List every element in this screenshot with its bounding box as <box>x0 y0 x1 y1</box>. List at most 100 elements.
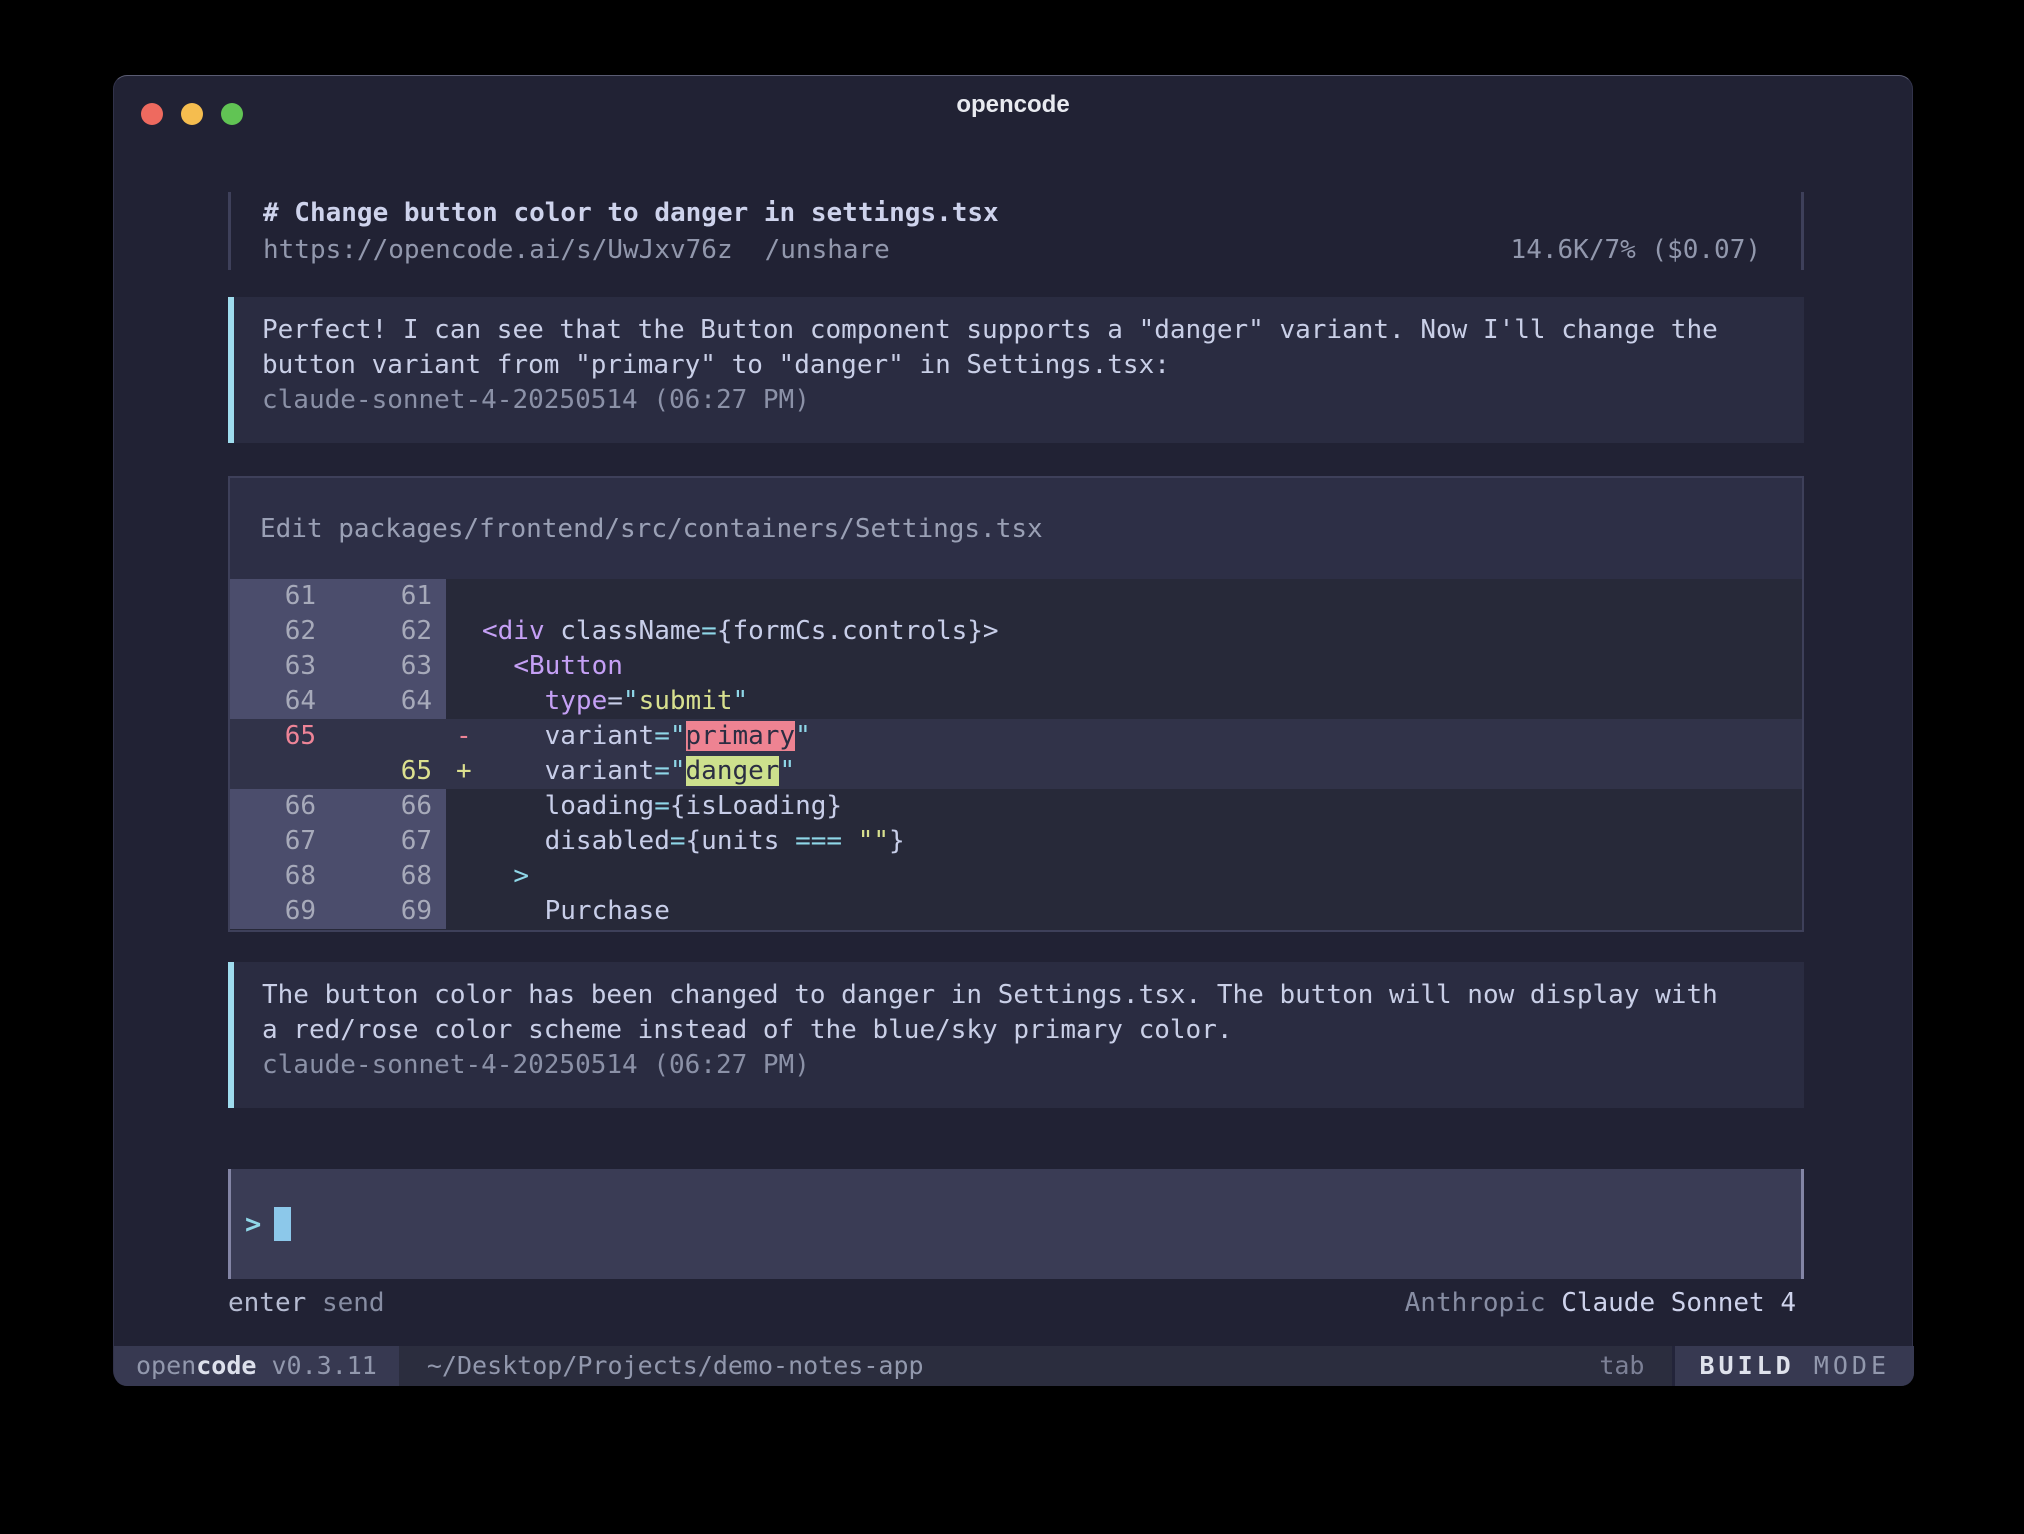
unshare-command[interactable]: /unshare <box>765 232 890 269</box>
prompt-input[interactable]: > <box>228 1169 1804 1279</box>
diff-row: 6767 disabled={units === ""} <box>230 824 1802 859</box>
line-number-old: 64 <box>230 684 330 719</box>
code-segment: {formCs.controls}> <box>717 616 999 646</box>
token-usage: 14.6K/7% ($0.07) <box>1511 232 1761 269</box>
code-segment: = <box>607 686 623 716</box>
message-text: a red/rose color scheme instead of the b… <box>262 1013 1764 1048</box>
diff-row: 6464 type="submit" <box>230 684 1802 719</box>
code-line: variant="primary" <box>482 719 1802 754</box>
line-number-new: 63 <box>330 649 446 684</box>
code-line: disabled={units === ""} <box>482 824 1802 859</box>
model-provider: Anthropic <box>1405 1288 1546 1318</box>
assistant-message: The button color has been changed to dan… <box>228 962 1804 1108</box>
code-segment: === <box>795 826 842 856</box>
diff-row: 6262 <div className={formCs.controls}> <box>230 614 1802 649</box>
diff-marker <box>446 649 482 684</box>
diff-marker: - <box>446 719 482 754</box>
app-name-bold: code <box>196 1351 256 1380</box>
code-segment: " <box>623 686 639 716</box>
code-segment: className <box>545 616 702 646</box>
tab-key-hint[interactable]: tab <box>1599 1346 1644 1386</box>
diff-marker <box>446 859 482 894</box>
edit-tool-block: Edit packages/frontend/src/containers/Se… <box>228 476 1804 932</box>
line-number-new: 68 <box>330 859 446 894</box>
message-model-timestamp: claude-sonnet-4-20250514 (06:27 PM) <box>262 383 1764 418</box>
code-segment: = <box>654 791 670 821</box>
line-number-new: 67 <box>330 824 446 859</box>
diff-row: 6666 loading={isLoading} <box>230 789 1802 824</box>
diff-row: 6868 > <box>230 859 1802 894</box>
diff-marker <box>446 614 482 649</box>
mode-label: MODE <box>1795 1351 1890 1380</box>
app-version-chip: opencode v0.3.11 <box>114 1346 399 1386</box>
code-segment: variant <box>545 756 655 786</box>
enter-key-hint: enter <box>228 1288 306 1318</box>
window-title: opencode <box>114 76 1912 134</box>
code-segment: = <box>670 826 686 856</box>
text-cursor <box>274 1207 291 1241</box>
code-segment: danger <box>686 756 780 786</box>
prompt-chevron: > <box>245 1209 261 1240</box>
diff-marker <box>446 684 482 719</box>
line-number-old: 67 <box>230 824 330 859</box>
assistant-message: Perfect! I can see that the Button compo… <box>228 297 1804 443</box>
code-segment: > <box>513 861 529 891</box>
code-line: variant="danger" <box>482 754 1802 789</box>
mode-chip[interactable]: BUILD MODE <box>1675 1346 1914 1386</box>
line-number-new: 62 <box>330 614 446 649</box>
code-line <box>482 579 1802 614</box>
code-segment: "" <box>858 826 889 856</box>
diff-view: 61616262<div className={formCs.controls}… <box>230 579 1802 929</box>
send-action-label: send <box>322 1288 385 1318</box>
code-segment <box>482 791 545 821</box>
code-segment: Purchase <box>545 896 670 926</box>
diff-row: 6161 <box>230 579 1802 614</box>
code-segment: variant <box>545 721 655 751</box>
code-line: loading={isLoading} <box>482 789 1802 824</box>
code-line: Purchase <box>482 894 1802 929</box>
line-number-old: 62 <box>230 614 330 649</box>
title-bar: opencode <box>114 76 1912 134</box>
diff-marker <box>446 789 482 824</box>
share-url-link[interactable]: https://opencode.ai/s/UwJxv76z <box>263 232 733 269</box>
line-number-old <box>230 754 330 789</box>
code-segment: {isLoading} <box>670 791 842 821</box>
diff-marker <box>446 579 482 614</box>
line-number-new: 64 <box>330 684 446 719</box>
code-segment: loading <box>545 791 655 821</box>
diff-marker <box>446 824 482 859</box>
diff-row: 65 - variant="primary" <box>230 719 1802 754</box>
code-segment: " <box>795 721 811 751</box>
code-line: <Button <box>482 649 1802 684</box>
code-segment <box>482 721 545 751</box>
code-segment: submit <box>639 686 733 716</box>
opencode-window: opencode # Change button color to danger… <box>113 75 1913 1385</box>
line-number-old: 61 <box>230 579 330 614</box>
code-segment: = <box>701 616 717 646</box>
code-segment: disabled <box>545 826 670 856</box>
code-segment: primary <box>686 721 796 751</box>
code-segment: <div <box>482 616 545 646</box>
line-number-old: 65 <box>230 719 330 754</box>
message-text: button variant from "primary" to "danger… <box>262 348 1764 383</box>
code-segment: {units <box>686 826 796 856</box>
line-number-old: 69 <box>230 894 330 929</box>
status-bar: opencode v0.3.11 ~/Desktop/Projects/demo… <box>114 1346 1914 1386</box>
code-segment <box>482 651 513 681</box>
code-segment: <Button <box>513 651 623 681</box>
code-segment <box>482 861 513 891</box>
code-segment: " <box>779 756 795 786</box>
line-number-new: 69 <box>330 894 446 929</box>
code-segment <box>842 826 858 856</box>
line-number-old: 66 <box>230 789 330 824</box>
code-segment: type <box>545 686 608 716</box>
app-version: v0.3.11 <box>256 1351 376 1380</box>
code-segment: =" <box>654 721 685 751</box>
code-segment <box>482 756 545 786</box>
code-segment <box>482 686 545 716</box>
line-number-new: 66 <box>330 789 446 824</box>
line-number-new: 65 <box>330 754 446 789</box>
diff-marker <box>446 894 482 929</box>
message-text: Perfect! I can see that the Button compo… <box>262 313 1764 348</box>
code-line: <div className={formCs.controls}> <box>482 614 1802 649</box>
